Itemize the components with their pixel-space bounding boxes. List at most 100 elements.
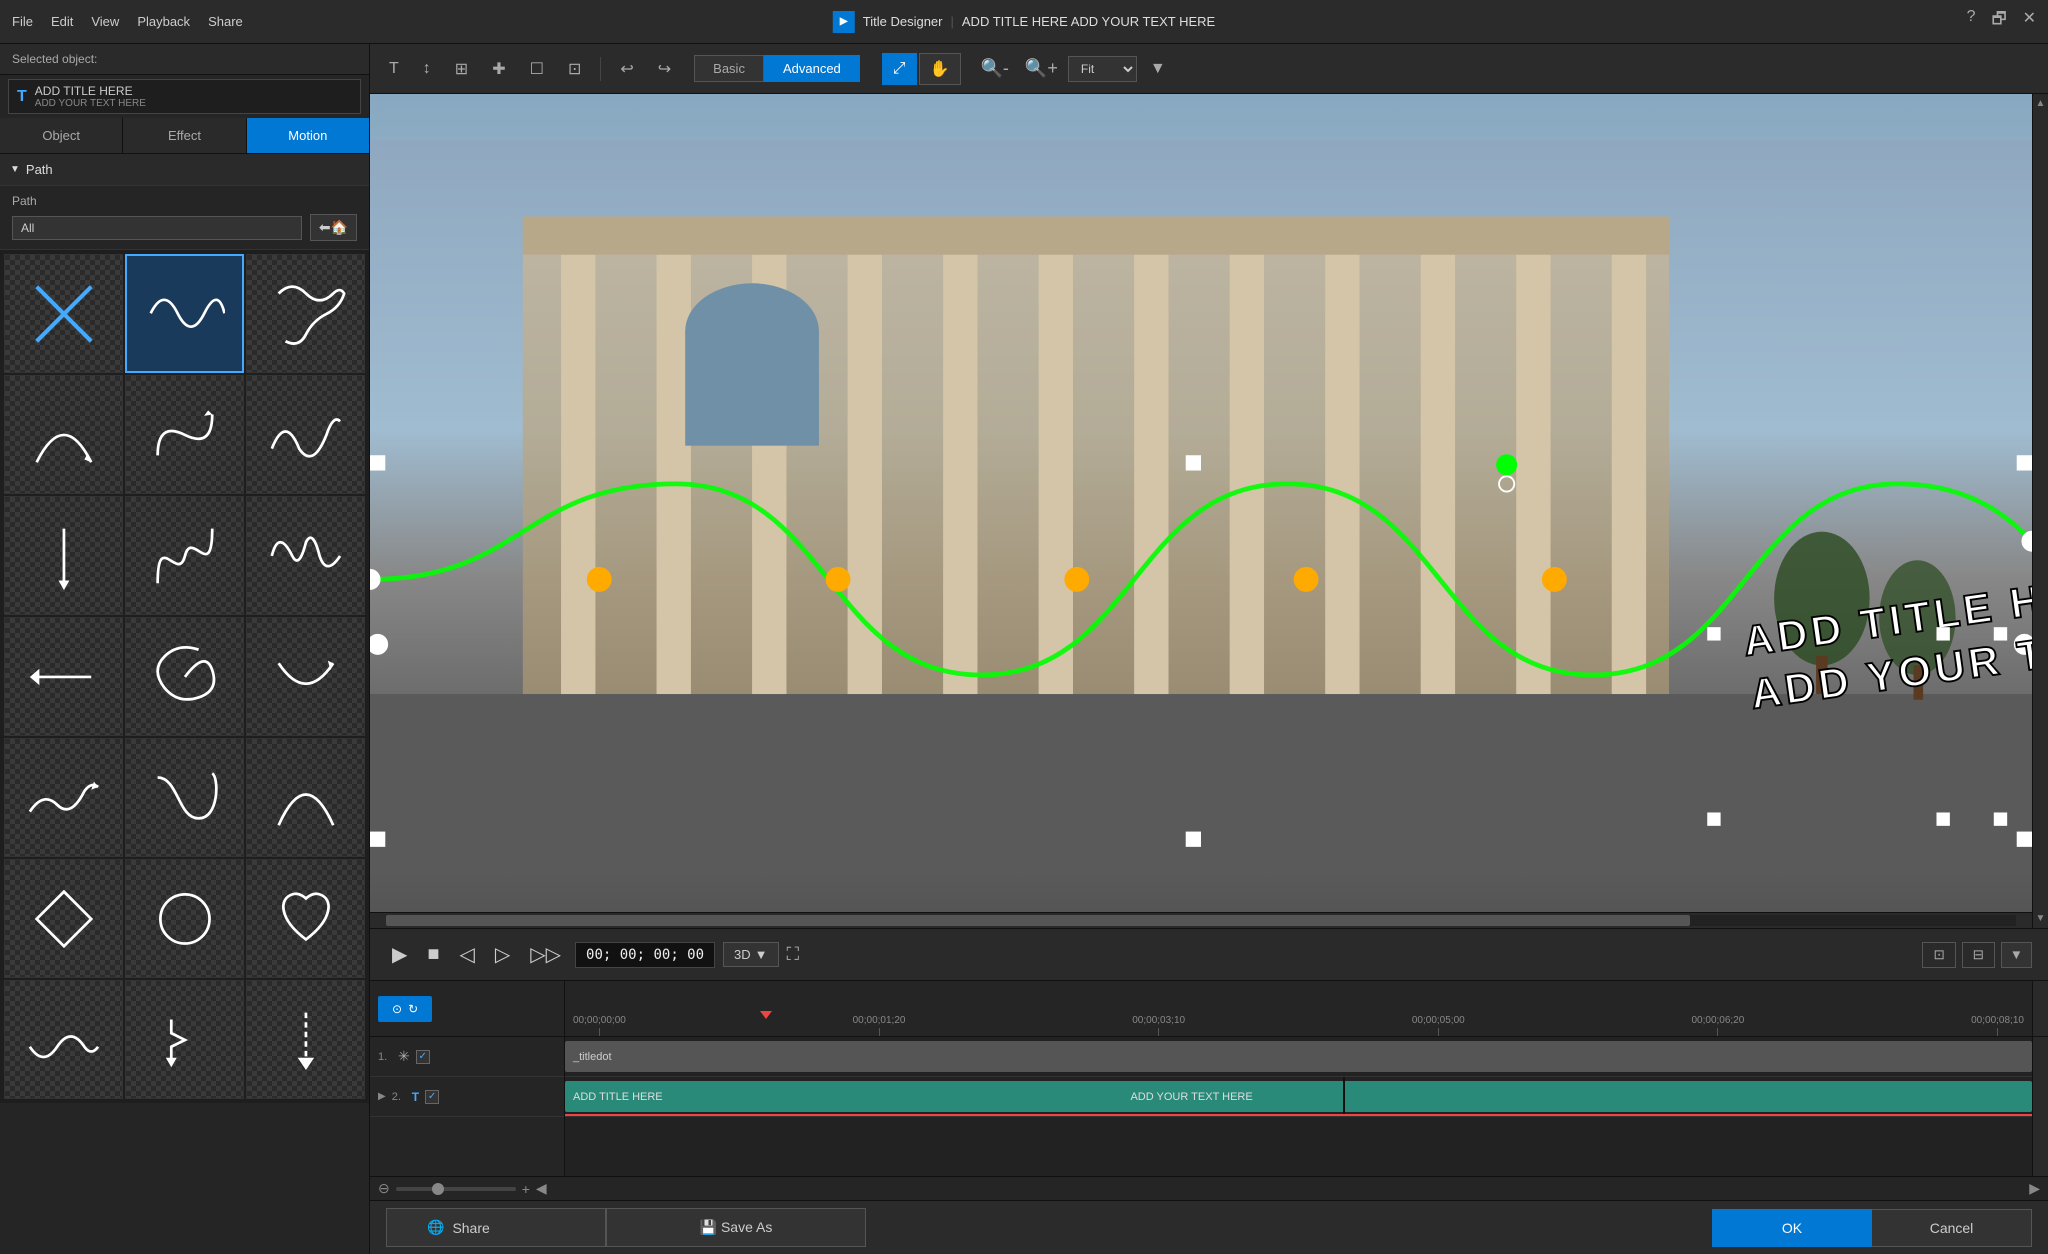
timeline-scroll-v[interactable] (2032, 981, 2048, 1036)
path-zigzag[interactable] (246, 375, 365, 494)
next-frame-button[interactable]: ▷ (489, 940, 516, 969)
preview-scroll-v[interactable]: ▲ ▼ (2032, 94, 2048, 928)
path-bracket[interactable] (125, 980, 244, 1099)
zoom-dropdown-button[interactable]: ▼ (1141, 55, 1175, 83)
pan-cursor-button[interactable]: ✋ (919, 53, 961, 85)
scroll-up-arrow-icon[interactable]: ▲ (2032, 94, 2048, 113)
save-as-button[interactable]: 💾 Save As (606, 1208, 866, 1247)
path-diamond[interactable] (4, 859, 123, 978)
path-arrow-left[interactable] (4, 617, 123, 736)
help-button[interactable]: ? (1967, 8, 1976, 35)
tab-object[interactable]: Object (0, 118, 123, 153)
anchor-button[interactable]: ✚ (483, 54, 514, 84)
timeline-add-button[interactable]: + (522, 1181, 530, 1197)
track-label-row-1: 1. ✳ ✓ (370, 1037, 564, 1077)
menu-bar[interactable]: File Edit View Playback Share (12, 14, 243, 29)
path-curve3[interactable] (246, 617, 365, 736)
path-wave-bottom[interactable] (4, 980, 123, 1099)
share-button[interactable]: 🌐 Share (386, 1208, 606, 1247)
fullscreen-button[interactable]: ⛶ (787, 944, 800, 965)
timeline-prev-button[interactable]: ◀ (536, 1180, 547, 1197)
ruler-mark-4: 00;00;06;20 (1692, 1015, 1745, 1036)
scroll-down-arrow-icon[interactable]: ▼ (2032, 909, 2048, 928)
preview-h-scrollbar[interactable] (370, 912, 2032, 928)
undo-button[interactable]: ↩ (611, 54, 642, 84)
path-wavy2[interactable] (125, 496, 244, 615)
track-labels: 1. ✳ ✓ ▶ 2. T ✓ (370, 1037, 565, 1176)
path-dropdown[interactable]: All None Straight Wave Spiral (12, 216, 302, 240)
path-bigcurve[interactable] (246, 738, 365, 857)
move-down-button[interactable]: ↕ (414, 55, 440, 83)
path-circle[interactable] (125, 859, 244, 978)
crop-button[interactable]: ⊡ (559, 54, 590, 84)
stop-button[interactable]: ■ (421, 941, 445, 968)
path-flow[interactable] (4, 738, 123, 857)
timeline-minus-button[interactable]: ⊖ (378, 1180, 390, 1197)
path-smooth[interactable] (125, 738, 244, 857)
track-clip-titledot[interactable]: _titledot (565, 1041, 2032, 1072)
zoom-out-button[interactable]: 🔍- (975, 56, 1015, 81)
path-curve3-icon (265, 636, 347, 718)
menu-share[interactable]: Share (208, 14, 243, 29)
menu-edit[interactable]: Edit (51, 14, 73, 29)
path-vertical[interactable] (4, 496, 123, 615)
restore-button[interactable]: 🗗 (1992, 8, 2007, 35)
timeline-ruler-area: 00;00;00;00 00;00;01;20 00;00;03;10 (565, 981, 2032, 1036)
path-none[interactable] (4, 254, 123, 373)
window-controls[interactable]: ? 🗗 ✕ (1967, 8, 2036, 35)
path-wave[interactable] (125, 254, 244, 373)
playback-mode-selector[interactable]: 3D ▼ (723, 942, 779, 967)
timeline-zoom-slider[interactable] (396, 1187, 516, 1191)
path-snake[interactable] (246, 254, 365, 373)
tab-effect[interactable]: Effect (123, 118, 246, 153)
h-scroll-thumb[interactable] (386, 915, 1690, 926)
preview-button[interactable]: ☐ (521, 54, 553, 84)
track-scroll-v[interactable] (2032, 1037, 2048, 1176)
preview-image: ADD TITLE HERE ADD YOUR TEXT HE (370, 94, 2032, 912)
path-s-curve-icon (144, 394, 226, 476)
menu-playback[interactable]: Playback (137, 14, 190, 29)
path-heart[interactable] (246, 859, 365, 978)
path-select-row: All None Straight Wave Spiral ⬅🏠 (12, 214, 357, 241)
collapse-timeline-button[interactable]: ▼ (2001, 942, 2032, 968)
path-curve1[interactable] (4, 375, 123, 494)
path-arrow-down[interactable] (246, 980, 365, 1099)
select-cursor-button[interactable]: ⤢ (882, 53, 917, 85)
mode-dropdown-icon: ▼ (755, 947, 768, 962)
track-check-1[interactable]: ✓ (416, 1050, 430, 1064)
track-expand-icon[interactable]: ▶ (378, 1091, 386, 1102)
play-button[interactable]: ▶ (386, 940, 413, 969)
basic-mode-button[interactable]: Basic (694, 55, 764, 82)
transform-button[interactable]: ⊞ (446, 54, 477, 84)
track-check-2[interactable]: ✓ (425, 1090, 439, 1104)
mode-label: 3D (734, 947, 751, 962)
timeline-frame-button[interactable]: ⊡ (1922, 942, 1955, 968)
zoom-in-button[interactable]: 🔍+ (1019, 56, 1064, 81)
panel-content: ▼ Path Path All None Straight Wave Spira… (0, 154, 369, 1254)
path-s-curve[interactable] (125, 375, 244, 494)
text-tool-button[interactable]: T (380, 55, 408, 83)
timeline-next-button[interactable]: ▶ (2029, 1180, 2040, 1197)
ok-button[interactable]: OK (1712, 1209, 1872, 1247)
timeline-expand-button[interactable]: ⊟ (1962, 942, 1995, 968)
path-swirl-icon (144, 636, 226, 718)
path-swirl[interactable] (125, 617, 244, 736)
redo-button[interactable]: ↪ (649, 54, 680, 84)
path-section-header[interactable]: ▼ Path (0, 154, 369, 186)
fast-forward-button[interactable]: ▷▷ (524, 940, 567, 969)
tab-motion[interactable]: Motion (247, 118, 369, 153)
zoom-select[interactable]: Fit 50% 100% 200% (1068, 56, 1137, 82)
advanced-mode-button[interactable]: Advanced (764, 55, 860, 82)
timeline-top: ⊙ ↻ 00;00;00;00 00;00;01;20 (370, 981, 2048, 1037)
menu-view[interactable]: View (91, 14, 119, 29)
track-clip-title2[interactable]: ADD YOUR TEXT HERE (1122, 1081, 2032, 1112)
ruler-marks: 00;00;00;00 00;00;01;20 00;00;03;10 (573, 981, 2024, 1036)
path-load-button[interactable]: ⬅🏠 (310, 214, 357, 241)
prev-frame-button[interactable]: ◁ (453, 940, 480, 969)
menu-file[interactable]: File (12, 14, 33, 29)
selected-object-text: ADD TITLE HERE ADD YOUR TEXT HERE (35, 84, 146, 109)
cancel-button[interactable]: Cancel (1872, 1209, 2032, 1247)
path-loopy[interactable] (246, 496, 365, 615)
text-track-icon: T (412, 1090, 419, 1104)
close-button[interactable]: ✕ (2023, 8, 2036, 35)
